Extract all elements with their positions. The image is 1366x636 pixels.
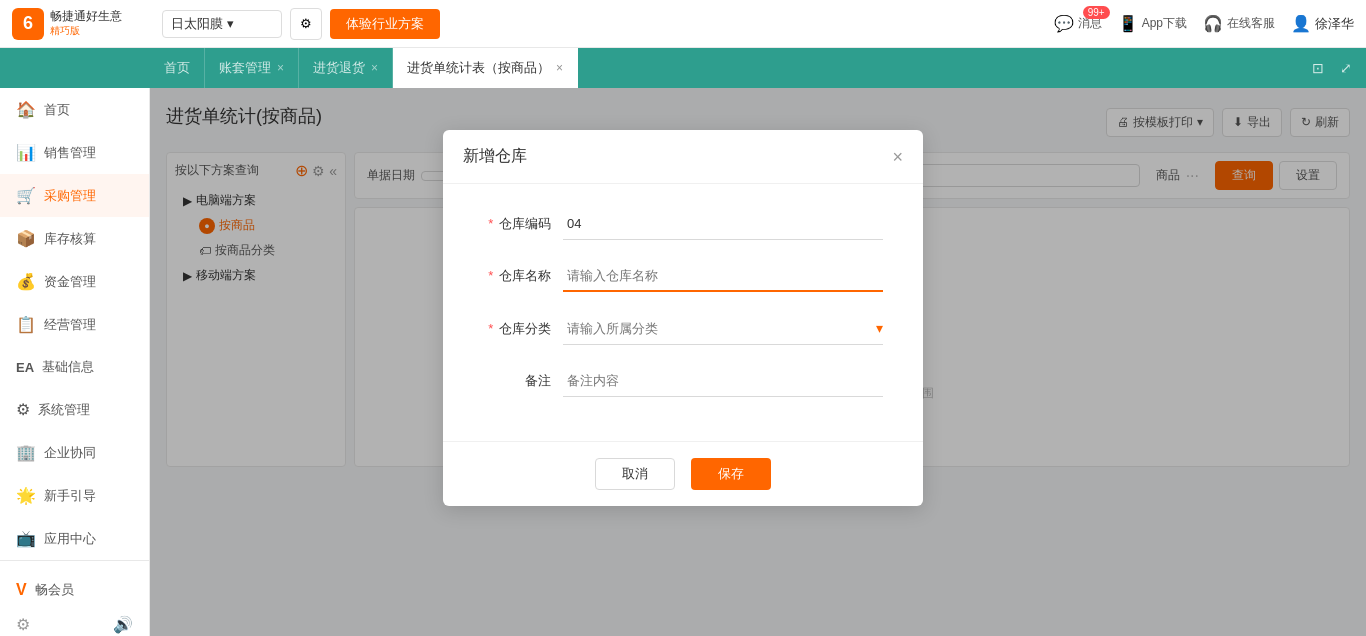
member-icon: V [16,581,27,599]
note-label: 备注 [483,372,563,390]
category-label: * 仓库分类 [483,320,563,338]
settings-button[interactable]: ⚙ [290,8,322,40]
system-icon: ⚙ [16,400,30,419]
tab-purchase-return[interactable]: 进货退货 × [299,48,393,88]
trial-button[interactable]: 体验行业方案 [330,9,440,39]
dialog-footer: 取消 保存 [443,441,923,506]
inventory-icon: 📦 [16,229,36,248]
tab-home[interactable]: 首页 [150,48,205,88]
category-dropdown-icon[interactable]: ▾ [876,320,883,336]
online-service-button[interactable]: 🎧 在线客服 [1203,14,1275,33]
home-icon: 🏠 [16,100,36,119]
dialog-header: 新增仓库 × [443,130,923,184]
headset-icon: 🎧 [1203,14,1223,33]
sidebar-item-enterprise[interactable]: 🏢 企业协同 [0,431,149,474]
settings-bottom-icon[interactable]: ⚙ [16,615,30,634]
required-star: * [488,321,493,336]
enterprise-icon: 🏢 [16,443,36,462]
category-field-row: * 仓库分类 ▾ [483,312,883,345]
app-download-label: App下载 [1142,15,1187,32]
header-right: 💬 消息 99+ 📱 App下载 🎧 在线客服 👤 徐泽华 [1054,14,1354,33]
app-center-icon: 📺 [16,529,36,548]
name-field-row: * 仓库名称 [483,260,883,292]
tab-account[interactable]: 账套管理 × [205,48,299,88]
store-selector[interactable]: 日太阳膜 ▾ [162,10,282,38]
guide-icon: 🌟 [16,486,36,505]
code-label: * 仓库编码 [483,215,563,233]
sound-icon[interactable]: 🔊 [113,615,133,634]
tab-controls: ⊡ ⤢ [1306,58,1366,78]
cancel-button[interactable]: 取消 [595,458,675,490]
category-select-wrapper: ▾ [563,312,883,345]
name-input[interactable] [563,260,883,292]
app-download-button[interactable]: 📱 App下载 [1118,14,1187,33]
notification-badge: 99+ [1083,6,1110,19]
tab-close-icon[interactable]: × [277,61,284,75]
sales-icon: 📊 [16,143,36,162]
username-label: 徐泽华 [1315,15,1354,33]
save-button[interactable]: 保存 [691,458,771,490]
sidebar-item-operation[interactable]: 📋 经营管理 [0,303,149,346]
gear-icon: ⚙ [300,16,312,31]
user-avatar-icon: 👤 [1291,14,1311,33]
tab-close-icon[interactable]: × [371,61,378,75]
dialog-title: 新增仓库 [463,146,527,167]
sidebar-item-purchase[interactable]: 🛒 采购管理 [0,174,149,217]
logo-title: 畅捷通好生意 [50,9,122,25]
tab-purchase-stats[interactable]: 进货单统计表（按商品） × [393,48,578,88]
name-label: * 仓库名称 [483,267,563,285]
tab-expand-icon[interactable]: ⤢ [1334,58,1358,78]
sidebar-item-app-center[interactable]: 📺 应用中心 [0,517,149,560]
sidebar: 🏠 首页 📊 销售管理 🛒 采购管理 📦 库存核算 💰 资金管理 📋 经营管理 … [0,88,150,636]
chevron-down-icon: ▾ [227,16,234,31]
purchase-icon: 🛒 [16,186,36,205]
nav-tabs: 首页 账套管理 × 进货退货 × 进货单统计表（按商品） × ⊡ ⤢ [0,48,1366,88]
logo-sub: 精巧版 [50,24,122,38]
required-star: * [488,216,493,231]
header-middle: 日太阳膜 ▾ ⚙ 体验行业方案 [162,8,1054,40]
dialog-close-button[interactable]: × [892,148,903,166]
tab-restore-icon[interactable]: ⊡ [1306,58,1330,78]
sidebar-item-guide[interactable]: 🌟 新手引导 [0,474,149,517]
logo-area: 6 畅捷通好生意 精巧版 [12,8,162,40]
message-icon: 💬 [1054,14,1074,33]
sidebar-item-finance[interactable]: 💰 资金管理 [0,260,149,303]
code-input[interactable] [563,208,883,240]
basic-icon: EA [16,360,34,375]
dialog-body: * 仓库编码 * 仓库名称 * 仓库分类 ▾ [443,184,923,441]
top-header: 6 畅捷通好生意 精巧版 日太阳膜 ▾ ⚙ 体验行业方案 💬 消息 99+ 📱 … [0,0,1366,48]
store-name: 日太阳膜 [171,15,223,33]
sidebar-item-home[interactable]: 🏠 首页 [0,88,149,131]
logo-icon: 6 [12,8,44,40]
required-star: * [488,268,493,283]
sidebar-item-basic[interactable]: EA 基础信息 [0,346,149,388]
code-field-row: * 仓库编码 [483,208,883,240]
sidebar-item-sales[interactable]: 📊 销售管理 [0,131,149,174]
note-input[interactable] [563,365,883,397]
add-warehouse-dialog: 新增仓库 × * 仓库编码 * 仓库名称 * 仓库分类 [443,130,923,506]
finance-icon: 💰 [16,272,36,291]
operation-icon: 📋 [16,315,36,334]
sidebar-item-system[interactable]: ⚙ 系统管理 [0,388,149,431]
mobile-icon: 📱 [1118,14,1138,33]
category-input[interactable] [563,312,876,344]
tab-close-icon[interactable]: × [556,61,563,75]
sidebar-item-inventory[interactable]: 📦 库存核算 [0,217,149,260]
message-button[interactable]: 💬 消息 99+ [1054,14,1102,33]
online-service-label: 在线客服 [1227,15,1275,32]
user-profile-button[interactable]: 👤 徐泽华 [1291,14,1354,33]
sidebar-bottom: V 畅会员 ⚙ 🔊 [0,560,149,636]
sidebar-item-member[interactable]: V 畅会员 [0,569,149,611]
note-field-row: 备注 [483,365,883,397]
